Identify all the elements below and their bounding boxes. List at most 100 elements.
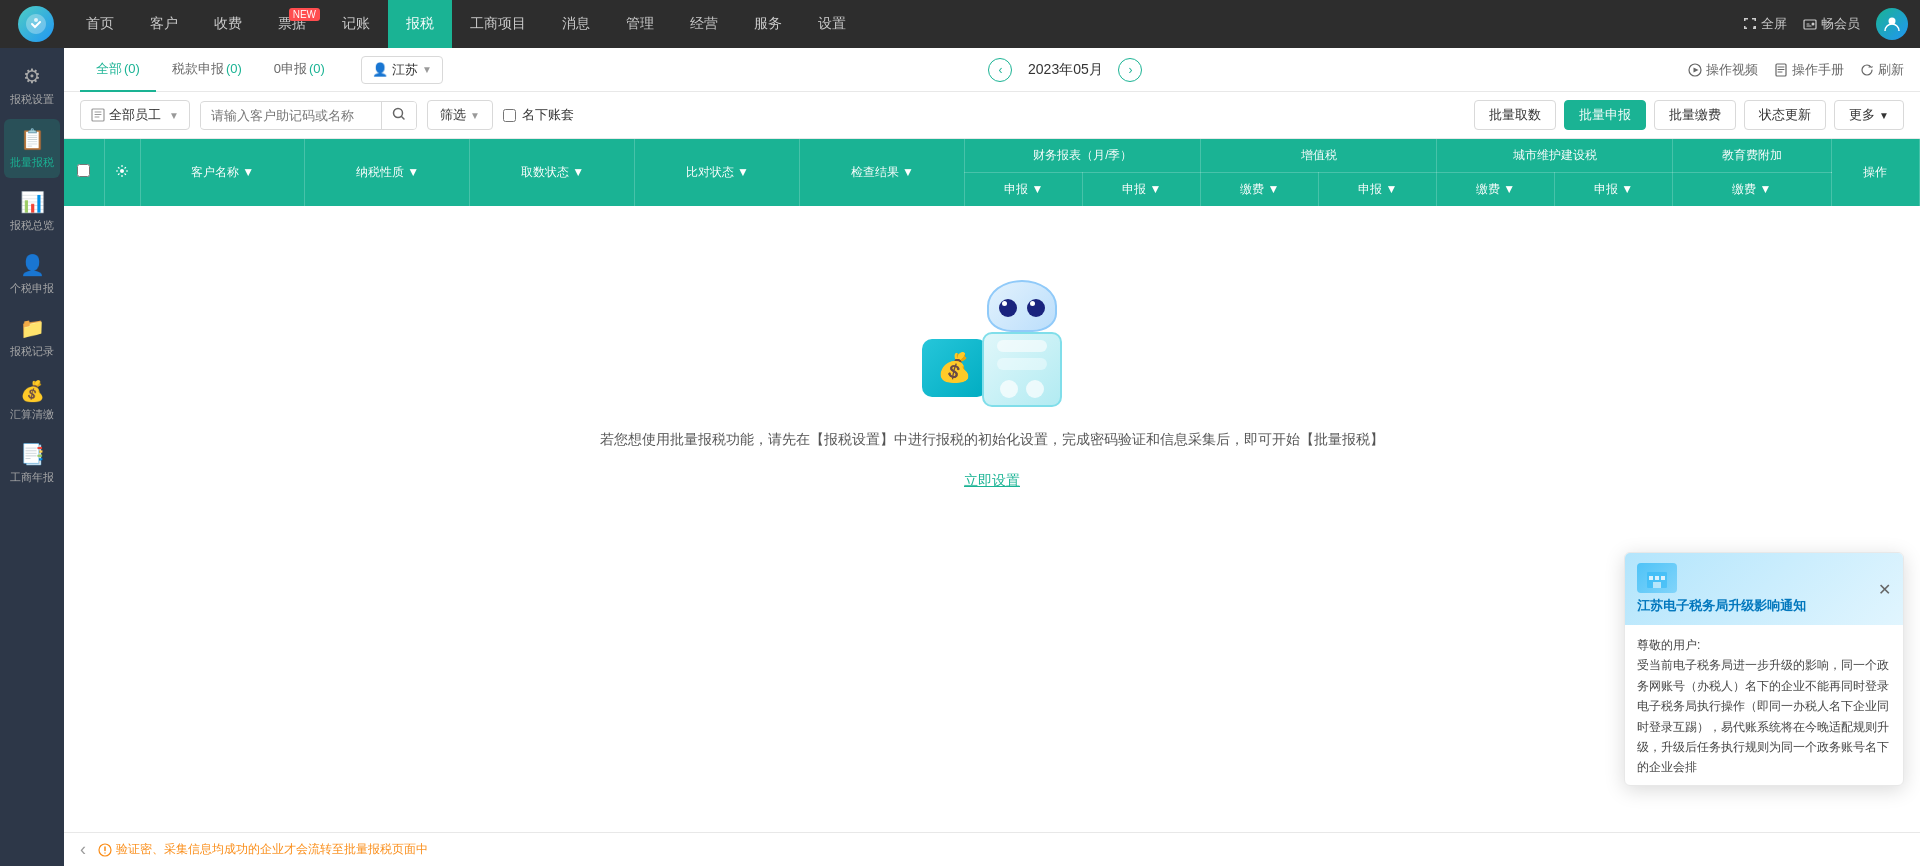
- tax-settings-icon: ⚙: [23, 64, 41, 88]
- tab-zero-decl-count: (0): [309, 61, 325, 76]
- th-customer-name: 客户名称 ▼: [140, 139, 305, 206]
- setup-link[interactable]: 立即设置: [964, 472, 1020, 490]
- nav-item-billing[interactable]: 收费: [196, 0, 260, 48]
- svg-point-10: [104, 852, 105, 853]
- notice-body: 尊敬的用户: 受当前电子税务局进一步升级的影响，同一个政务网账号（办税人）名下的…: [1625, 625, 1903, 785]
- nav-item-bizitem[interactable]: 工商项目: [452, 0, 544, 48]
- th-check-result: 检查结果 ▼: [800, 139, 965, 206]
- svg-rect-15: [1653, 582, 1661, 588]
- scroll-left-btn[interactable]: ‹: [80, 839, 86, 860]
- top-navigation: 首页 客户 收费 票据 NEW 记账 报税 工商项目 消息 管理 经营: [0, 0, 1920, 48]
- next-month-btn[interactable]: ›: [1118, 58, 1142, 82]
- prev-month-btn[interactable]: ‹: [988, 58, 1012, 82]
- svg-rect-12: [1649, 576, 1653, 580]
- app-logo[interactable]: [12, 0, 60, 48]
- th-settings: [104, 139, 140, 206]
- status-update-btn[interactable]: 状态更新: [1744, 100, 1826, 130]
- notice-header: 江苏电子税务局升级影响通知 ✕: [1625, 553, 1903, 625]
- svg-rect-13: [1655, 576, 1659, 580]
- nav-item-management[interactable]: 管理: [608, 0, 672, 48]
- sidebar-item-batch-tax[interactable]: 📋 批量报税: [4, 119, 60, 178]
- under-accounts-checkbox[interactable]: [503, 109, 516, 122]
- nav-item-message[interactable]: 消息: [544, 0, 608, 48]
- op-manual-btn[interactable]: 操作手册: [1774, 61, 1844, 79]
- tabs-bar: 全部 (0) 税款申报 (0) 0申报 (0) 👤 江苏 ▼: [64, 48, 1920, 92]
- annual-report-icon: 📑: [20, 442, 45, 466]
- nav-item-operation[interactable]: 经营: [672, 0, 736, 48]
- sidebar-item-annual-report[interactable]: 📑 工商年报: [4, 434, 60, 493]
- batch-declare-btn[interactable]: 批量申报: [1564, 100, 1646, 130]
- nav-item-settings[interactable]: 设置: [800, 0, 864, 48]
- sidebar-item-clearing[interactable]: 💰 汇算清缴: [4, 371, 60, 430]
- checkbox-under-accounts[interactable]: 名下账套: [503, 106, 574, 124]
- tab-tax-decl-count: (0): [226, 61, 242, 76]
- emp-select-table-icon: [91, 108, 105, 122]
- invoice-new-badge: NEW: [289, 8, 320, 21]
- user-avatar[interactable]: [1876, 8, 1908, 40]
- clearing-icon: 💰: [20, 379, 45, 403]
- th-vat-declare: 申报 ▼: [1083, 173, 1201, 207]
- sidebar-item-tax-summary[interactable]: 📊 报税总览: [4, 182, 60, 241]
- notice-content: 尊敬的用户: 受当前电子税务局进一步升级的影响，同一个政务网账号（办税人）名下的…: [1637, 635, 1891, 778]
- logo-circle: [18, 6, 54, 42]
- fullscreen-icon: [1743, 17, 1757, 31]
- employee-select[interactable]: 全部员工 ▼: [80, 100, 190, 130]
- search-input[interactable]: [201, 103, 381, 128]
- video-icon: [1688, 63, 1702, 77]
- personal-tax-icon: 👤: [20, 253, 45, 277]
- th-edu-declare: 申报 ▼: [1555, 173, 1673, 207]
- nav-item-accounting[interactable]: 记账: [324, 0, 388, 48]
- region-chevron-icon: ▼: [422, 64, 432, 75]
- emp-select-chevron-icon: ▼: [169, 110, 179, 121]
- th-financial-declare: 申报 ▼: [965, 173, 1083, 207]
- empty-state: 💰: [64, 207, 1920, 550]
- op-video-btn[interactable]: 操作视频: [1688, 61, 1758, 79]
- tax-summary-icon: 📊: [20, 190, 45, 214]
- member-btn[interactable]: 畅会员: [1803, 15, 1860, 33]
- sidebar-item-tax-records[interactable]: 📁 报税记录: [4, 308, 60, 367]
- th-compare-status: 比对状态 ▼: [635, 139, 800, 206]
- nav-item-invoice[interactable]: 票据 NEW: [260, 0, 324, 48]
- tab-tax-declaration[interactable]: 税款申报 (0): [156, 48, 258, 92]
- nav-item-home[interactable]: 首页: [68, 0, 132, 48]
- sidebar-item-tax-settings[interactable]: ⚙ 报税设置: [4, 56, 60, 115]
- member-icon: [1803, 17, 1817, 31]
- batch-tax-icon: 📋: [20, 127, 45, 151]
- tab-all[interactable]: 全部 (0): [80, 48, 156, 92]
- tab-zero-declaration[interactable]: 0申报 (0): [258, 48, 341, 92]
- more-btn[interactable]: 更多 ▼: [1834, 100, 1904, 130]
- search-input-wrap: [200, 101, 417, 130]
- more-chevron-icon: ▼: [1879, 110, 1889, 121]
- th-city-maintenance: 城市维护建设税: [1437, 139, 1673, 173]
- refresh-icon: [1860, 63, 1874, 77]
- empty-text: 若您想使用批量报税功能，请先在【报税设置】中进行报税的初始化设置，完成密码验证和…: [600, 427, 1384, 452]
- sidebar-item-personal-tax[interactable]: 👤 个税申报: [4, 245, 60, 304]
- svg-point-8: [120, 169, 124, 173]
- fullscreen-btn[interactable]: 全屏: [1743, 15, 1787, 33]
- nav-item-customer[interactable]: 客户: [132, 0, 196, 48]
- nav-item-service[interactable]: 服务: [736, 0, 800, 48]
- bottom-warning-text: 验证密、采集信息均成功的企业才会流转至批量报税页面中: [116, 841, 428, 858]
- nav-item-tax[interactable]: 报税: [388, 0, 452, 48]
- th-city-declare: 申报 ▼: [1319, 173, 1437, 207]
- action-bar: 全部员工 ▼ 筛选 ▼ 名下账套: [64, 92, 1920, 139]
- month-display: 2023年05月: [1020, 61, 1110, 79]
- batch-fetch-btn[interactable]: 批量取数: [1474, 100, 1556, 130]
- search-button[interactable]: [381, 102, 416, 129]
- select-all-checkbox[interactable]: [77, 164, 90, 177]
- th-vat-pay: 缴费 ▼: [1201, 173, 1319, 207]
- notice-panel: 江苏电子税务局升级影响通知 ✕ 尊敬的用户: 受当前电子税务局进一步升级的影响，…: [1624, 552, 1904, 786]
- th-tax-nature: 纳税性质 ▼: [305, 139, 470, 206]
- region-select[interactable]: 👤 江苏 ▼: [361, 56, 443, 84]
- bottom-scroll-container: ‹: [80, 839, 90, 860]
- batch-pay-btn[interactable]: 批量缴费: [1654, 100, 1736, 130]
- filter-button[interactable]: 筛选 ▼: [427, 100, 493, 130]
- notice-close-btn[interactable]: ✕: [1878, 580, 1891, 599]
- region-icon: 👤: [372, 62, 388, 77]
- top-nav-right: 全屏 畅会员: [1743, 8, 1908, 40]
- refresh-btn[interactable]: 刷新: [1860, 61, 1904, 79]
- manual-icon: [1774, 63, 1788, 77]
- th-city-pay: 缴费 ▼: [1437, 173, 1555, 207]
- notice-building-icon: [1645, 568, 1669, 588]
- notice-title: 江苏电子税务局升级影响通知: [1637, 597, 1806, 615]
